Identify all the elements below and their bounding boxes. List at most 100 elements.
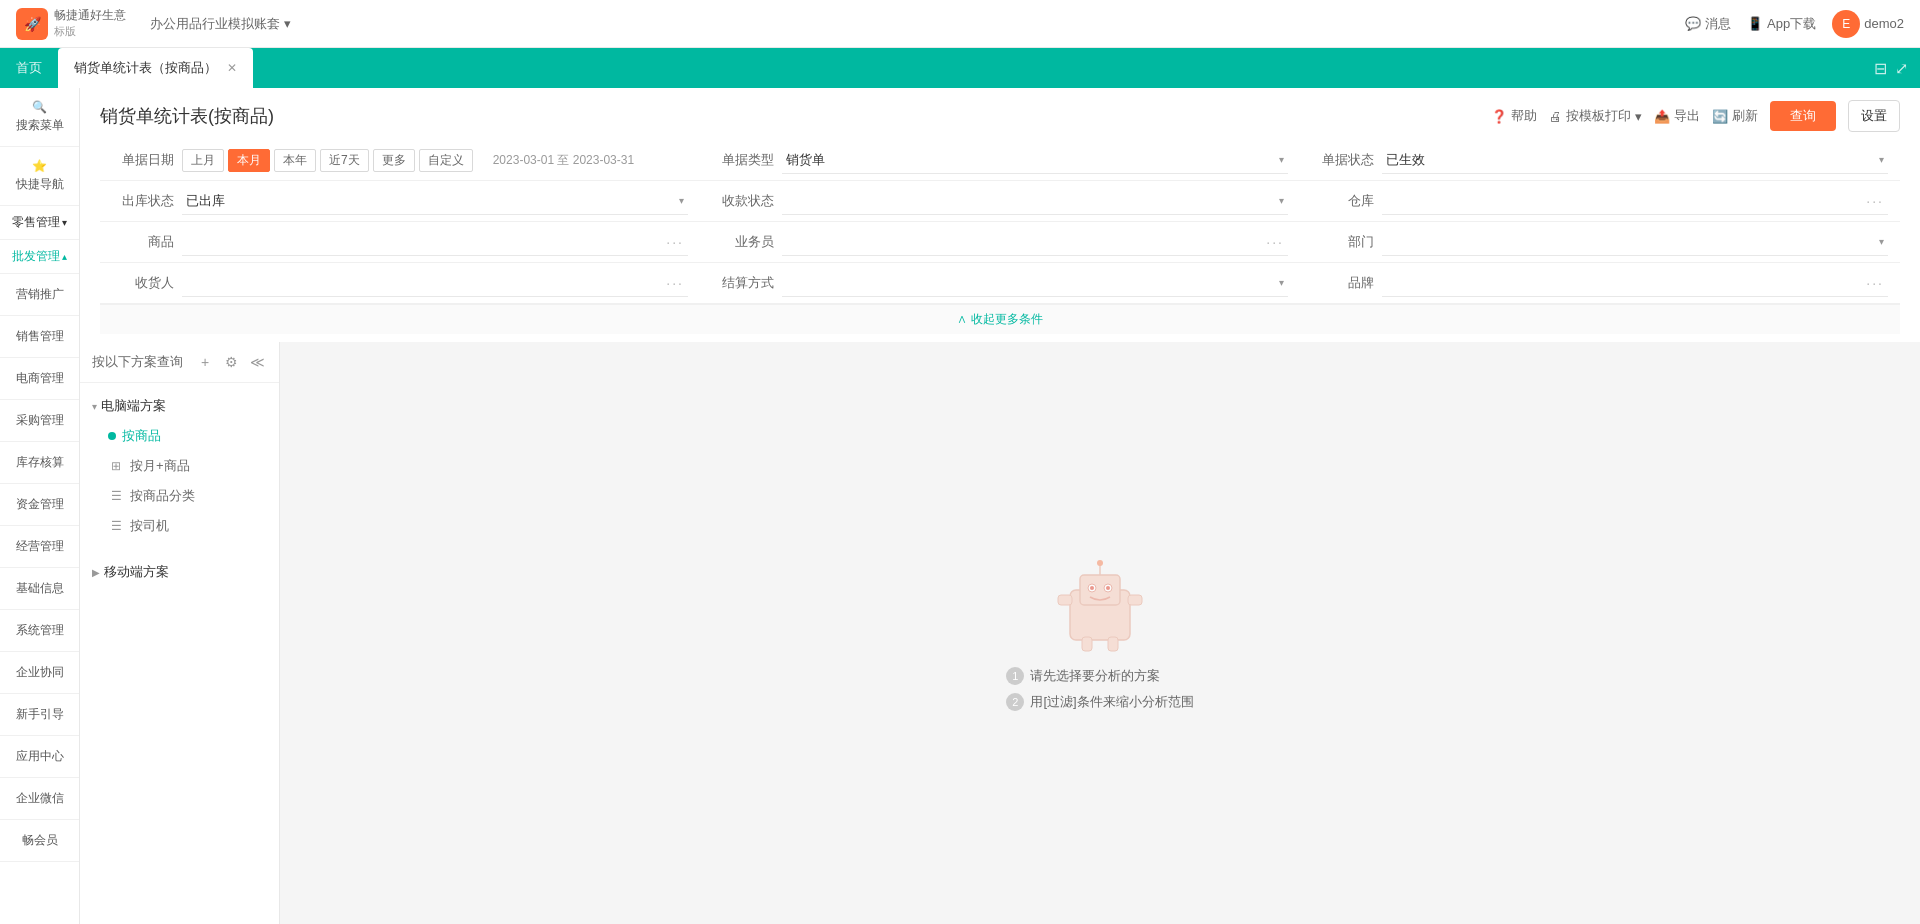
- logo-icon: 🚀: [16, 8, 48, 40]
- dept-input[interactable]: ▾: [1382, 228, 1888, 256]
- sidebar-item-purchase[interactable]: 采购管理: [0, 400, 79, 442]
- payment-status-input[interactable]: ▾: [782, 187, 1288, 215]
- quicknav-icon: ⭐: [32, 159, 47, 173]
- date-btn-this-month[interactable]: 本月: [228, 149, 270, 172]
- scheme-settings-btn[interactable]: ⚙: [221, 352, 241, 372]
- sidebar-item-enterprise[interactable]: 企业协同: [0, 652, 79, 694]
- date-btn-custom[interactable]: 自定义: [419, 149, 473, 172]
- workspace-selector[interactable]: 办公用品行业模拟账套 ▾: [150, 15, 291, 33]
- sidebar-item-marketing[interactable]: 营销推广: [0, 274, 79, 316]
- salesman-input[interactable]: ···: [782, 228, 1288, 256]
- collapse-bar[interactable]: ∧ 收起更多条件: [100, 304, 1900, 334]
- filter-panel: 单据日期 上月 本月 本年 近7天 更多 自定义 2023-03-01 至 20…: [80, 140, 1920, 342]
- sidebar-item-sales[interactable]: 销售管理: [0, 316, 79, 358]
- brand-input[interactable]: ···: [1382, 269, 1888, 297]
- filter-brand: 品牌 ···: [1300, 263, 1900, 303]
- doc-status-input[interactable]: 已生效 ▾: [1382, 146, 1888, 174]
- driver-icon: ☰: [108, 518, 124, 534]
- sidebar-item-basic-info[interactable]: 基础信息: [0, 568, 79, 610]
- stock-status-input[interactable]: 已出库 ▾: [182, 187, 688, 215]
- print-btn[interactable]: 🖨 按模板打印 ▾: [1549, 107, 1642, 125]
- refresh-btn[interactable]: 🔄 刷新: [1712, 107, 1758, 125]
- warehouse-input[interactable]: ···: [1382, 187, 1888, 215]
- logo-text: 畅捷通好生意: [54, 8, 126, 24]
- page-header: 销货单统计表(按商品) ❓ 帮助 🖨 按模板打印 ▾ 📤 导出: [80, 88, 1920, 342]
- sidebar-item-wechat[interactable]: 企业微信: [0, 778, 79, 820]
- export-btn[interactable]: 📤 导出: [1654, 107, 1700, 125]
- sidebar-item-retail[interactable]: 零售管理 ▾: [0, 206, 79, 240]
- tab-minimize-icon[interactable]: ⊟: [1874, 59, 1887, 78]
- add-icon: +: [201, 354, 209, 370]
- sidebar-item-operations[interactable]: 经营管理: [0, 526, 79, 568]
- filter-goods: 商品 ···: [100, 222, 700, 262]
- scheme-item-by-driver[interactable]: ☰ 按司机: [80, 511, 279, 541]
- scheme-collapse-btn[interactable]: ≪: [247, 352, 267, 372]
- date-btn-more[interactable]: 更多: [373, 149, 415, 172]
- filter-date: 单据日期 上月 本月 本年 近7天 更多 自定义 2023-03-01 至 20…: [100, 140, 700, 180]
- help-btn[interactable]: ❓ 帮助: [1491, 107, 1537, 125]
- svg-rect-8: [1058, 595, 1072, 605]
- sidebar-item-newguide[interactable]: 新手引导: [0, 694, 79, 736]
- sidebar-item-system[interactable]: 系统管理: [0, 610, 79, 652]
- query-button[interactable]: 查询: [1770, 101, 1836, 131]
- tab-report[interactable]: 销货单统计表（按商品） ✕: [58, 48, 253, 88]
- date-btn-7days[interactable]: 近7天: [320, 149, 369, 172]
- filter-doc-status: 单据状态 已生效 ▾: [1300, 140, 1900, 180]
- left-panel-header: 按以下方案查询 + ⚙ ≪: [80, 342, 279, 383]
- svg-point-11: [1097, 560, 1103, 566]
- filter-warehouse: 仓库 ···: [1300, 181, 1900, 221]
- sidebar-item-wholesale[interactable]: 批发管理 ▴: [0, 240, 79, 274]
- app-download-nav[interactable]: 📱 App下载: [1747, 15, 1816, 33]
- empty-illustration: [1040, 555, 1160, 655]
- svg-rect-9: [1128, 595, 1142, 605]
- goods-input[interactable]: ···: [182, 228, 688, 256]
- doc-status-arrow-icon: ▾: [1879, 154, 1884, 165]
- message-icon: 💬: [1685, 16, 1701, 31]
- tab-close-icon[interactable]: ✕: [227, 61, 237, 75]
- receiver-input[interactable]: ···: [182, 269, 688, 297]
- bottom-section: 按以下方案查询 + ⚙ ≪ ▾: [80, 342, 1920, 924]
- settlement-input[interactable]: ▾: [782, 269, 1288, 297]
- sidebar-item-finance[interactable]: 资金管理: [0, 484, 79, 526]
- svg-rect-6: [1082, 637, 1092, 651]
- date-btn-last-month[interactable]: 上月: [182, 149, 224, 172]
- tip-num-1: 1: [1006, 667, 1024, 685]
- user-nav[interactable]: E demo2: [1832, 10, 1904, 38]
- sidebar-item-ecommerce[interactable]: 电商管理: [0, 358, 79, 400]
- settings-icon: ⚙: [225, 354, 238, 370]
- tab-actions: ⊟ ⤢: [1874, 59, 1920, 78]
- settings-button[interactable]: 设置: [1848, 100, 1900, 132]
- sidebar-item-inventory[interactable]: 库存核算: [0, 442, 79, 484]
- mobile-scheme-arrow-icon: ▶: [92, 567, 100, 578]
- date-btn-this-year[interactable]: 本年: [274, 149, 316, 172]
- search-icon: 🔍: [32, 100, 47, 114]
- scheme-group-desktop[interactable]: ▾ 电脑端方案: [80, 391, 279, 421]
- filter-salesman: 业务员 ···: [700, 222, 1300, 262]
- top-header: 🚀 畅捷通好生意 标版 办公用品行业模拟账套 ▾ 💬 消息 📱 App下载 E …: [0, 0, 1920, 48]
- svg-point-4: [1090, 586, 1094, 590]
- tab-expand-icon[interactable]: ⤢: [1895, 59, 1908, 78]
- scheme-item-by-month-product[interactable]: ⊞ 按月+商品: [80, 451, 279, 481]
- sidebar-item-member[interactable]: 畅会员: [0, 820, 79, 862]
- sidebar: 🔍 搜索菜单 ⭐ 快捷导航 零售管理 ▾ 批发管理 ▴ 营销推广 销售管理 电商…: [0, 88, 80, 924]
- page-title-row: 销货单统计表(按商品) ❓ 帮助 🖨 按模板打印 ▾ 📤 导出: [80, 88, 1920, 140]
- warehouse-dots-icon: ···: [1866, 193, 1884, 209]
- sidebar-item-quicknav[interactable]: ⭐ 快捷导航: [0, 147, 79, 206]
- content-area: 销货单统计表(按商品) ❓ 帮助 🖨 按模板打印 ▾ 📤 导出: [80, 88, 1920, 924]
- doc-type-arrow-icon: ▾: [1279, 154, 1284, 165]
- top-left: 🚀 畅捷通好生意 标版 办公用品行业模拟账套 ▾: [16, 8, 291, 40]
- scheme-item-by-category[interactable]: ☰ 按商品分类: [80, 481, 279, 511]
- scheme-item-by-product[interactable]: 按商品: [80, 421, 279, 451]
- svg-rect-7: [1108, 637, 1118, 651]
- scheme-active-dot: [108, 432, 116, 440]
- svg-point-5: [1106, 586, 1110, 590]
- scheme-group-mobile[interactable]: ▶ 移动端方案: [80, 557, 279, 587]
- scheme-section-desktop: ▾ 电脑端方案 按商品 ⊞ 按月+商品 ☰ 按商品分类: [80, 383, 279, 549]
- sidebar-item-search[interactable]: 🔍 搜索菜单: [0, 88, 79, 147]
- doc-type-input[interactable]: 销货单 ▾: [782, 146, 1288, 174]
- scheme-add-btn[interactable]: +: [195, 352, 215, 372]
- tab-home[interactable]: 首页: [0, 48, 58, 88]
- sidebar-item-appcenter[interactable]: 应用中心: [0, 736, 79, 778]
- tip-num-2: 2: [1006, 693, 1024, 711]
- message-nav[interactable]: 💬 消息: [1685, 15, 1731, 33]
